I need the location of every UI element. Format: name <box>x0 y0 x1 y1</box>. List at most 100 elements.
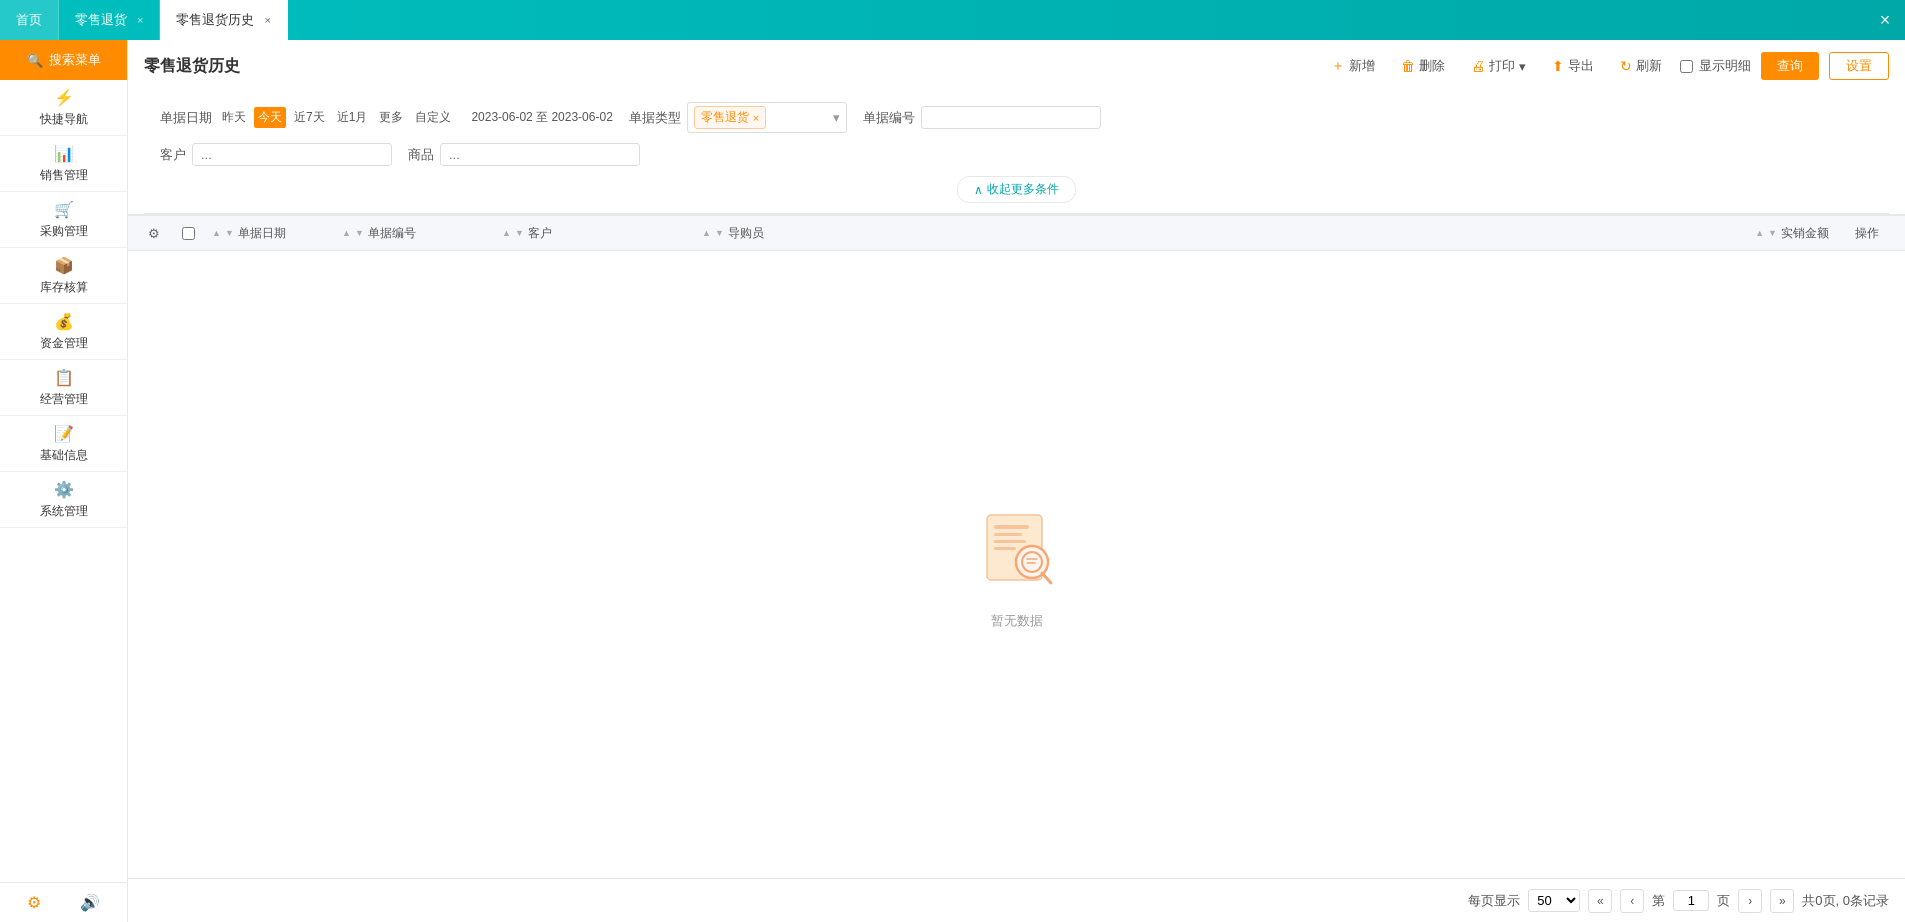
tab-home[interactable]: 首页 <box>0 0 59 40</box>
sales-icon: 📊 <box>54 144 74 163</box>
date-today[interactable]: 今天 <box>254 107 286 128</box>
sidebar-item-inventory[interactable]: 📦 库存核算 <box>0 248 127 304</box>
tab-retail-return-label: 零售退货 <box>75 11 127 29</box>
type-select-wrapper[interactable]: 零售退货 × ▾ <box>687 102 847 133</box>
date-7days[interactable]: 近7天 <box>290 107 329 128</box>
delete-label: 删除 <box>1419 57 1445 75</box>
sidebar: 🔍 搜索菜单 ⚡ 快捷导航 📊 销售管理 🛒 采购管理 📦 库存核算 💰 <box>0 40 128 922</box>
sidebar-settings-button[interactable]: ⚙ <box>27 893 41 912</box>
col-voucher-no[interactable]: ▲ ▼ 单据编号 <box>334 225 494 242</box>
svg-rect-3 <box>994 540 1026 543</box>
customer-input[interactable] <box>192 143 392 166</box>
sidebar-item-quick-nav[interactable]: ⚡ 快捷导航 <box>0 80 127 136</box>
date-1month[interactable]: 近1月 <box>333 107 372 128</box>
select-all-checkbox[interactable] <box>182 227 195 240</box>
window-close-button[interactable]: × <box>1865 0 1905 40</box>
next-page-button[interactable]: › <box>1738 889 1762 913</box>
goods-input[interactable] <box>440 143 640 166</box>
collapse-button[interactable]: ∧ 收起更多条件 <box>957 176 1076 203</box>
pagination-bar: 每页显示 10 20 50 100 « ‹ 第 1 页 › » 共0页, 0条记… <box>128 878 1905 922</box>
col-customer-sort-up: ▲ <box>502 228 511 238</box>
col-guide-sort-up: ▲ <box>702 228 711 238</box>
print-icon: 🖨 <box>1471 58 1485 74</box>
query-button[interactable]: 查询 <box>1761 52 1819 80</box>
col-sort-down-icon: ▼ <box>225 228 234 238</box>
sidebar-item-system-mgmt[interactable]: ⚙️ 系统管理 <box>0 472 127 528</box>
first-page-button[interactable]: « <box>1588 889 1612 913</box>
per-page-label: 每页显示 <box>1468 892 1520 910</box>
goods-label: 商品 <box>408 146 434 164</box>
col-amount-label: 实销金额 <box>1781 225 1829 242</box>
col-amount[interactable]: ▲ ▼ 实销金额 <box>834 225 1837 242</box>
delete-icon: 🗑 <box>1401 58 1415 74</box>
last-page-button[interactable]: » <box>1770 889 1794 913</box>
voucher-input[interactable] <box>921 106 1101 129</box>
sidebar-item-basic-info-label: 基础信息 <box>40 447 88 464</box>
add-button[interactable]: ＋ 新增 <box>1323 53 1383 79</box>
col-customer-label: 客户 <box>528 225 552 242</box>
table-settings-button[interactable]: ⚙ <box>136 226 172 241</box>
sidebar-item-basic-info[interactable]: 📝 基础信息 <box>0 416 127 472</box>
col-customer[interactable]: ▲ ▼ 客户 <box>494 225 694 242</box>
col-amount-sort-down: ▼ <box>1768 228 1777 238</box>
tab-retail-return[interactable]: 零售退货 × <box>59 0 160 40</box>
col-date[interactable]: ▲ ▼ 单据日期 <box>204 225 334 242</box>
table-area: ⚙ ▲ ▼ 单据日期 ▲ ▼ 单据编号 ▲ ▼ 客户 <box>128 215 1905 878</box>
tab-retail-return-close[interactable]: × <box>137 14 143 26</box>
col-guide[interactable]: ▲ ▼ 导购员 <box>694 225 834 242</box>
inventory-icon: 📦 <box>54 256 74 275</box>
type-tag-remove[interactable]: × <box>753 112 759 124</box>
svg-rect-2 <box>994 533 1022 536</box>
sidebar-item-sales-mgmt[interactable]: 📊 销售管理 <box>0 136 127 192</box>
customer-label: 客户 <box>160 146 186 164</box>
page-actions: ＋ 新增 🗑 删除 🖨 打印 ▾ ⬆ 导出 <box>1323 52 1889 80</box>
operations-icon: 📋 <box>54 368 74 387</box>
page-title-row: 零售退货历史 ＋ 新增 🗑 删除 🖨 打印 ▾ <box>144 52 1889 80</box>
prev-page-button[interactable]: ‹ <box>1620 889 1644 913</box>
page-number-input[interactable]: 1 <box>1673 890 1709 911</box>
tab-retail-return-history[interactable]: 零售退货历史 × <box>160 0 287 40</box>
page-header: 零售退货历史 ＋ 新增 🗑 删除 🖨 打印 ▾ <box>128 40 1905 215</box>
refresh-button[interactable]: ↻ 刷新 <box>1612 53 1670 79</box>
voucher-label: 单据编号 <box>863 109 915 127</box>
delete-button[interactable]: 🗑 删除 <box>1393 53 1453 79</box>
sidebar-item-operations[interactable]: 📋 经营管理 <box>0 360 127 416</box>
table-select-all[interactable] <box>172 227 204 240</box>
date-filter: 单据日期 昨天 今天 近7天 近1月 更多 自定义 <box>160 107 455 128</box>
date-label: 单据日期 <box>160 109 212 127</box>
settings-button[interactable]: 设置 <box>1829 52 1889 80</box>
show-details-area: 显示明细 <box>1680 57 1751 75</box>
goods-filter: 商品 <box>408 143 640 166</box>
empty-state: 暂无数据 <box>128 251 1905 878</box>
sidebar-search[interactable]: 🔍 搜索菜单 <box>0 40 127 80</box>
refresh-icon: ↻ <box>1620 58 1632 74</box>
filter-area: 单据日期 昨天 今天 近7天 近1月 更多 自定义 2023-06-02 至 2… <box>144 92 1889 214</box>
empty-illustration <box>967 500 1067 600</box>
date-more[interactable]: 更多 <box>375 107 407 128</box>
show-details-checkbox[interactable] <box>1680 60 1693 73</box>
export-button[interactable]: ⬆ 导出 <box>1544 53 1602 79</box>
customer-filter: 客户 <box>160 143 392 166</box>
col-amount-sort-up: ▲ <box>1755 228 1764 238</box>
type-dropdown-icon[interactable]: ▾ <box>833 110 840 125</box>
top-bar: 首页 零售退货 × 零售退货历史 × × <box>0 0 1905 40</box>
sidebar-item-purchase-mgmt[interactable]: 🛒 采购管理 <box>0 192 127 248</box>
type-tag-label: 零售退货 <box>701 109 749 126</box>
svg-line-7 <box>1042 573 1051 583</box>
col-voucher-label: 单据编号 <box>368 225 416 242</box>
tab-home-label: 首页 <box>16 11 42 29</box>
total-info: 共0页, 0条记录 <box>1802 892 1889 910</box>
print-button[interactable]: 🖨 打印 ▾ <box>1463 53 1534 79</box>
tab-retail-return-history-close[interactable]: × <box>264 14 270 26</box>
sidebar-audio-button[interactable]: 🔊 <box>80 893 100 912</box>
sidebar-item-inventory-label: 库存核算 <box>40 279 88 296</box>
export-icon: ⬆ <box>1552 58 1564 74</box>
per-page-select[interactable]: 10 20 50 100 <box>1528 889 1580 912</box>
date-custom[interactable]: 自定义 <box>411 107 455 128</box>
date-yesterday[interactable]: 昨天 <box>218 107 250 128</box>
sidebar-item-quick-nav-label: 快捷导航 <box>40 111 88 128</box>
sidebar-item-finance[interactable]: 💰 资金管理 <box>0 304 127 360</box>
page-title: 零售退货历史 <box>144 56 240 77</box>
type-filter: 单据类型 零售退货 × ▾ <box>629 102 847 133</box>
basic-info-icon: 📝 <box>54 424 74 443</box>
